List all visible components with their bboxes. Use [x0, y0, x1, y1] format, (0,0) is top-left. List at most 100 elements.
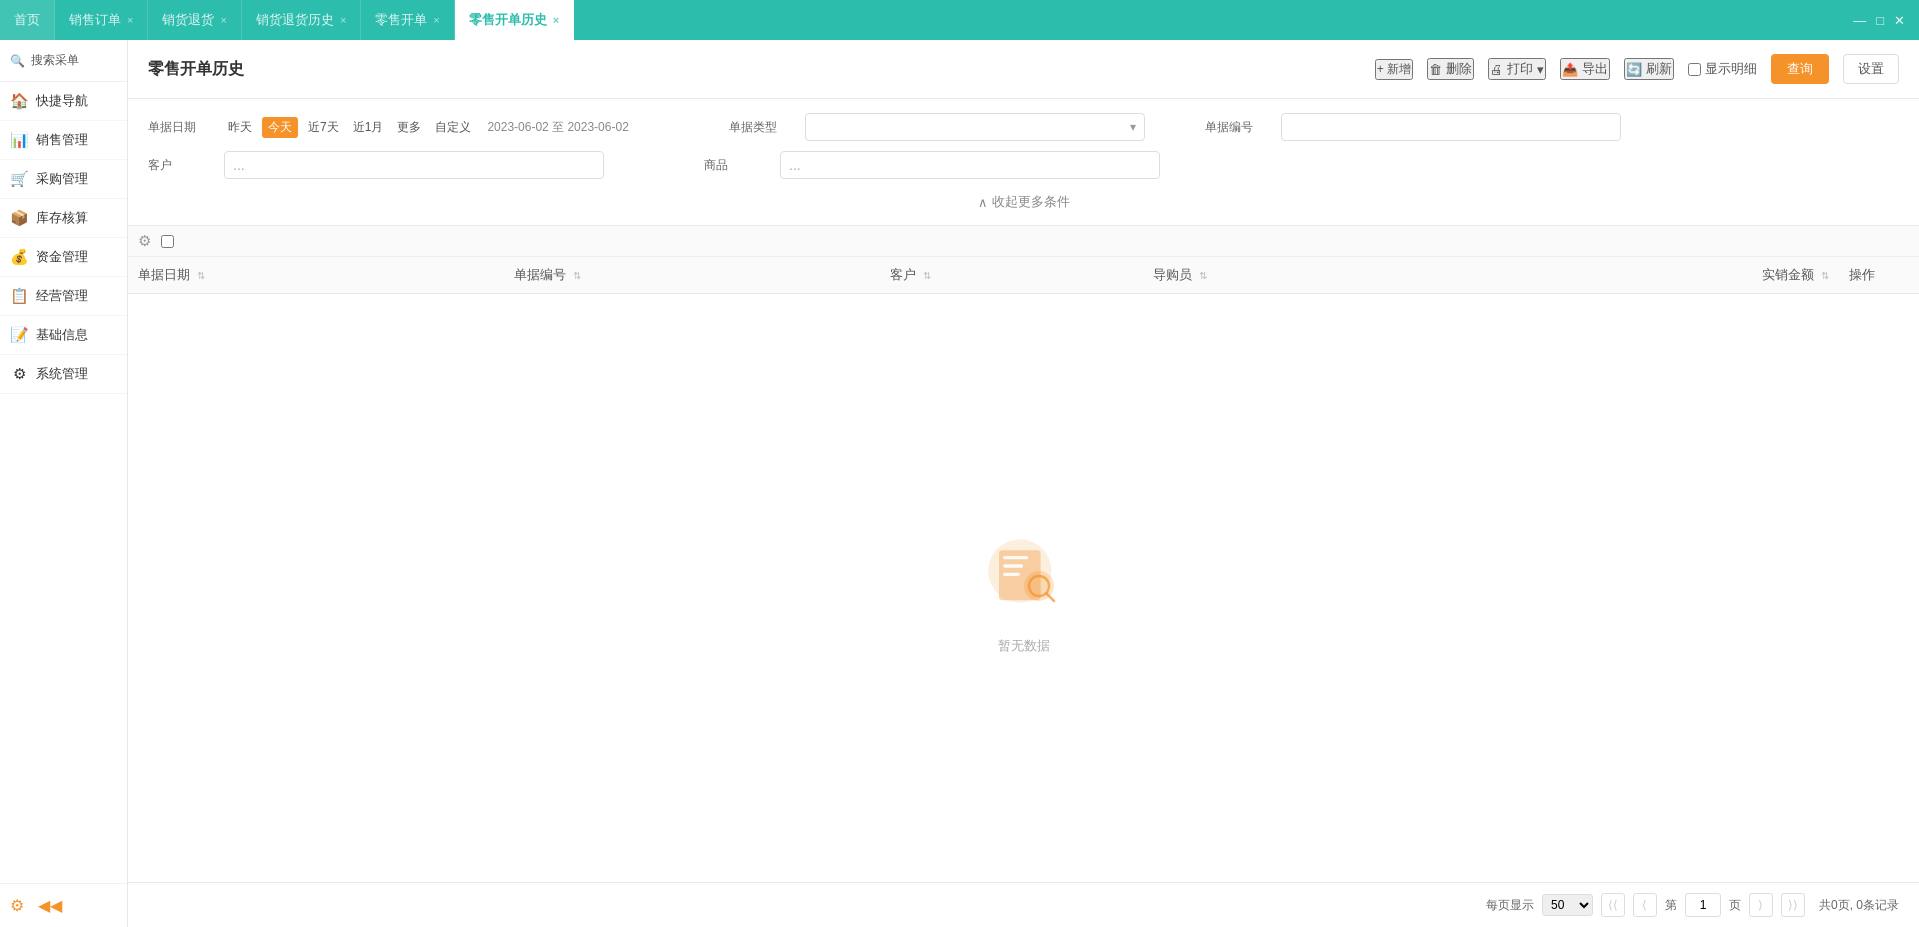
tab-home[interactable]: 首页	[0, 0, 55, 40]
print-button[interactable]: 🖨 打印 ▾	[1488, 58, 1546, 80]
order-no-label: 单据编号	[1205, 119, 1261, 136]
display-detail-input[interactable]	[1688, 63, 1701, 76]
tab-retail-open[interactable]: 零售开单 ×	[361, 0, 454, 40]
display-detail-checkbox[interactable]: 显示明细	[1688, 60, 1757, 78]
prev-page-button[interactable]: ⟨	[1633, 893, 1657, 917]
sort-orderno-icon: ⇅	[573, 270, 581, 281]
minimize-button[interactable]: —	[1853, 13, 1866, 28]
close-tab-sales-return[interactable]: ×	[220, 14, 226, 26]
close-tab-sales-return-history[interactable]: ×	[340, 14, 346, 26]
page-header: 零售开单历史 + 新增 🗑 删除 🖨 打印 ▾ 📤 导出 🔄	[128, 40, 1919, 99]
sort-amount-icon: ⇅	[1821, 270, 1829, 281]
date-label: 单据日期	[148, 119, 204, 136]
pagination: 每页显示 50 20 100 ⟨⟨ ⟨ 第 页 ⟩ ⟩⟩ 共0页, 0条记录	[128, 882, 1919, 927]
sales-icon: 📊	[10, 131, 28, 149]
col-actions: 操作	[1839, 257, 1919, 294]
col-date[interactable]: 单据日期 ⇅	[128, 257, 504, 294]
sidebar-item-quicknav[interactable]: 🏠 快捷导航	[0, 82, 127, 121]
first-page-button[interactable]: ⟨⟨	[1601, 893, 1625, 917]
sidebar-item-basic-info[interactable]: 📝 基础信息	[0, 316, 127, 355]
page-label-post: 页	[1729, 897, 1741, 914]
last-page-button[interactable]: ⟩⟩	[1781, 893, 1805, 917]
customer-input[interactable]: ...	[224, 151, 604, 179]
per-page-label: 每页显示	[1486, 897, 1534, 914]
top-tab-bar: 首页 销售订单 × 销货退货 × 销货退货历史 × 零售开单 × 零售开单历史 …	[0, 0, 1919, 40]
sidebar-item-label: 经营管理	[36, 287, 88, 305]
customer-dots: ...	[233, 157, 245, 173]
sidebar-bottom: ⚙ ◀◀	[0, 883, 127, 927]
sidebar-search[interactable]: 🔍 搜索采单	[0, 40, 127, 82]
sidebar-item-label: 快捷导航	[36, 92, 88, 110]
current-page-input[interactable]	[1685, 893, 1721, 917]
chevron-down-icon: ▾	[1130, 120, 1136, 134]
purchase-icon: 🛒	[10, 170, 28, 188]
date-btn-7days[interactable]: 近7天	[304, 117, 343, 138]
col-customer[interactable]: 客户 ⇅	[880, 257, 1143, 294]
sidebar-item-label: 库存核算	[36, 209, 88, 227]
svg-rect-3	[1003, 564, 1023, 567]
page-title: 零售开单历史	[148, 59, 244, 80]
page-label-pre: 第	[1665, 897, 1677, 914]
add-button[interactable]: + 新增	[1375, 59, 1413, 80]
date-btn-yesterday[interactable]: 昨天	[224, 117, 256, 138]
tab-sales-order[interactable]: 销售订单 ×	[55, 0, 148, 40]
collapse-sidebar-icon[interactable]: ◀◀	[38, 896, 62, 915]
date-btn-today[interactable]: 今天	[262, 117, 298, 138]
collapse-label: 收起更多条件	[992, 193, 1070, 211]
date-btn-custom[interactable]: 自定义	[431, 117, 475, 138]
filter-settings-button[interactable]: 设置	[1843, 54, 1899, 84]
date-btn-more[interactable]: 更多	[393, 117, 425, 138]
refresh-button[interactable]: 🔄 刷新	[1624, 58, 1674, 80]
sidebar-item-system[interactable]: ⚙ 系统管理	[0, 355, 127, 394]
table-settings-icon[interactable]: ⚙	[138, 232, 151, 250]
page-actions: + 新增 🗑 删除 🖨 打印 ▾ 📤 导出 🔄 刷新	[1375, 54, 1899, 84]
select-all-checkbox[interactable]	[161, 235, 174, 248]
order-no-input[interactable]	[1281, 113, 1621, 141]
close-button[interactable]: ✕	[1894, 13, 1905, 28]
maximize-button[interactable]: □	[1876, 13, 1884, 28]
close-tab-sales-order[interactable]: ×	[127, 14, 133, 26]
sort-customer-icon: ⇅	[923, 270, 931, 281]
customer-label: 客户	[148, 157, 204, 174]
sidebar-item-label: 采购管理	[36, 170, 88, 188]
finance-icon: 💰	[10, 248, 28, 266]
date-btn-1month[interactable]: 近1月	[349, 117, 388, 138]
export-button[interactable]: 📤 导出	[1560, 58, 1610, 80]
order-type-select[interactable]: ▾	[805, 113, 1145, 141]
window-controls: — □ ✕	[1839, 0, 1919, 40]
per-page-select[interactable]: 50 20 100	[1542, 894, 1593, 916]
goods-label: 商品	[704, 157, 760, 174]
close-tab-retail-open[interactable]: ×	[433, 14, 439, 26]
inventory-icon: 📦	[10, 209, 28, 227]
chevron-up-icon: ∧	[978, 195, 988, 210]
management-icon: 📋	[10, 287, 28, 305]
sidebar-item-label: 基础信息	[36, 326, 88, 344]
filter-row-1: 单据日期 昨天 今天 近7天 近1月 更多 自定义 2023-06-02 至 2…	[148, 113, 1899, 141]
delete-button[interactable]: 🗑 删除	[1427, 58, 1474, 80]
close-tab-retail-history[interactable]: ×	[553, 14, 559, 26]
tab-retail-history[interactable]: 零售开单历史 ×	[455, 0, 574, 40]
next-page-button[interactable]: ⟩	[1749, 893, 1773, 917]
collapse-filter-row[interactable]: ∧ 收起更多条件	[148, 189, 1899, 217]
goods-input[interactable]: ...	[780, 151, 1160, 179]
sidebar-item-management[interactable]: 📋 经营管理	[0, 277, 127, 316]
tab-sales-return-history[interactable]: 销货退货历史 ×	[242, 0, 361, 40]
col-order-no[interactable]: 单据编号 ⇅	[504, 257, 880, 294]
main-layout: 🔍 搜索采单 🏠 快捷导航 📊 销售管理 🛒 采购管理 📦 库存核算 💰 资金管…	[0, 40, 1919, 927]
sidebar-item-label: 系统管理	[36, 365, 88, 383]
settings-icon[interactable]: ⚙	[10, 896, 24, 915]
col-amount[interactable]: 实销金额 ⇅	[1463, 257, 1839, 294]
table-header-row: 单据日期 ⇅ 单据编号 ⇅ 客户 ⇅ 导购员 ⇅	[128, 257, 1919, 294]
sidebar-item-inventory[interactable]: 📦 库存核算	[0, 199, 127, 238]
sidebar-item-sales[interactable]: 📊 销售管理	[0, 121, 127, 160]
system-icon: ⚙	[10, 365, 28, 383]
sidebar-item-finance[interactable]: 💰 资金管理	[0, 238, 127, 277]
tab-sales-return[interactable]: 销货退货 ×	[148, 0, 241, 40]
col-salesperson[interactable]: 导购员 ⇅	[1143, 257, 1463, 294]
search-icon: 🔍	[10, 54, 25, 68]
sidebar-item-label: 销售管理	[36, 131, 88, 149]
empty-icon	[974, 521, 1074, 621]
sort-salesperson-icon: ⇅	[1199, 270, 1207, 281]
sidebar-item-purchase[interactable]: 🛒 采购管理	[0, 160, 127, 199]
query-button[interactable]: 查询	[1771, 54, 1829, 84]
